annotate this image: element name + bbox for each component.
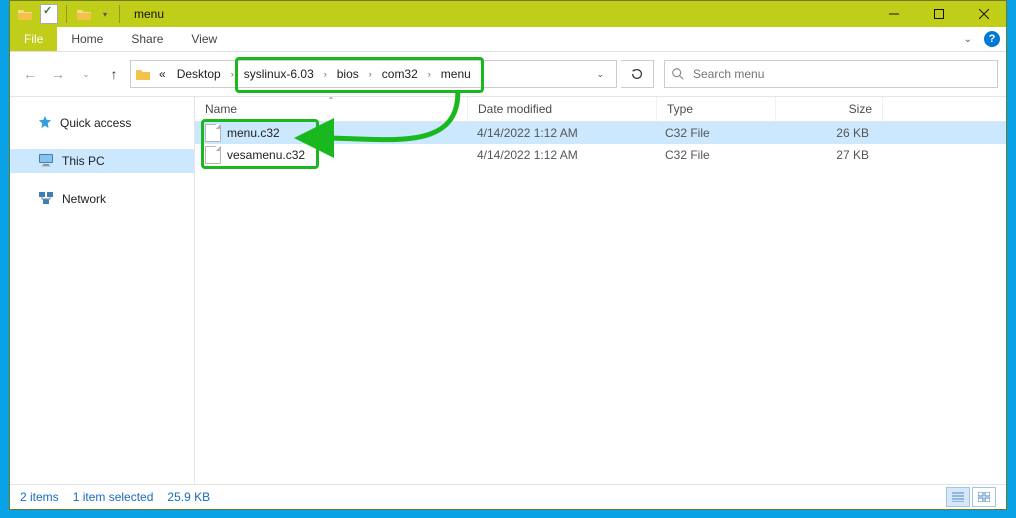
column-headers: ⌃ Name Date modified Type Size [195,97,1006,122]
chevron-right-icon[interactable]: › [227,69,238,79]
file-row[interactable]: vesamenu.c32 4/14/2022 1:12 AMC32 File27 … [195,144,1006,166]
chevron-right-icon[interactable]: › [320,69,331,79]
navigation-bar: ← → ⌄ ↑ « Desktop› syslinux-6.03› bios› … [10,52,1006,97]
sidebar-quick-access[interactable]: Quick access [10,111,194,135]
refresh-button[interactable] [621,60,654,88]
file-icon [205,146,221,164]
window-title: menu [134,7,164,21]
column-header-type[interactable]: Type [657,97,776,121]
forward-button[interactable]: → [46,62,70,86]
qat-properties-icon[interactable] [38,3,60,25]
file-size: 27 KB [773,148,879,162]
qat-customize-dropdown[interactable]: ▾ [97,10,113,19]
search-input[interactable] [691,66,991,82]
breadcrumb-overflow[interactable]: « [153,61,171,87]
file-date: 4/14/2022 1:12 AM [467,148,655,162]
explorer-body: Quick access This PC Network ⌃ [10,97,1006,484]
address-bar-folder-icon [133,67,153,81]
sort-indicator-icon: ⌃ [328,96,335,105]
breadcrumb-menu[interactable]: menu [435,61,477,87]
chevron-right-icon[interactable]: › [424,69,435,79]
status-selection-count: 1 item selected [73,490,154,504]
file-icon [205,124,221,142]
column-header-size[interactable]: Size [776,97,883,121]
view-details-button[interactable] [946,487,970,507]
qat-title-separator [119,5,120,23]
breadcrumb-syslinux[interactable]: syslinux-6.03› [238,61,331,87]
ribbon-expand-button[interactable]: ⌄ [958,32,978,47]
file-name: vesamenu.c32 [227,148,305,162]
search-box[interactable] [664,60,998,88]
close-button[interactable] [961,1,1006,27]
column-header-date[interactable]: Date modified [468,97,657,121]
address-bar[interactable]: « Desktop› syslinux-6.03› bios› com32› m… [130,60,617,88]
sidebar-this-pc[interactable]: This PC [10,149,194,173]
file-row[interactable]: menu.c32 4/14/2022 1:12 AMC32 File26 KB [195,122,1006,144]
status-item-count: 2 items [20,490,59,504]
title-bar: ▾ menu [10,1,1006,27]
qat-folder-icon[interactable] [14,3,36,25]
breadcrumb-desktop[interactable]: Desktop› [171,61,238,87]
file-type: C32 File [655,148,773,162]
file-size: 26 KB [773,126,879,140]
sidebar-item-label: Quick access [60,116,131,130]
maximize-button[interactable] [916,1,961,27]
minimize-button[interactable] [871,1,916,27]
help-icon[interactable]: ? [984,31,1000,47]
tab-share[interactable]: Share [117,27,177,51]
navigation-pane: Quick access This PC Network [10,97,195,484]
sidebar-item-label: Network [62,192,106,206]
explorer-window: ▾ menu File Home Share View ⌄ ? ← → ⌄ ↑ [9,0,1007,510]
breadcrumb-bios[interactable]: bios› [331,61,376,87]
file-name: menu.c32 [227,126,280,140]
column-header-name[interactable]: ⌃ Name [195,97,468,121]
star-icon [38,115,52,132]
chevron-right-icon[interactable]: › [365,69,376,79]
ribbon-tab-strip: File Home Share View ⌄ ? [10,27,1006,52]
file-list-pane: ⌃ Name Date modified Type Size menu.c32 4… [195,97,1006,484]
status-selection-size: 25.9 KB [167,490,210,504]
qat-separator [66,5,67,23]
tab-view[interactable]: View [177,27,231,51]
view-large-icons-button[interactable] [972,487,996,507]
tab-home[interactable]: Home [57,27,117,51]
sidebar-network[interactable]: Network [10,187,194,211]
network-icon [38,191,54,208]
qat-current-folder-icon [73,3,95,25]
window-controls [871,1,1006,27]
breadcrumb-com32[interactable]: com32› [376,61,435,87]
monitor-icon [38,153,54,170]
status-bar: 2 items 1 item selected 25.9 KB [10,484,1006,509]
file-type: C32 File [655,126,773,140]
address-bar-history-dropdown[interactable]: ⌄ [586,69,614,80]
back-button[interactable]: ← [18,62,42,86]
sidebar-item-label: This PC [62,154,105,168]
file-date: 4/14/2022 1:12 AM [467,126,655,140]
file-rows: menu.c32 4/14/2022 1:12 AMC32 File26 KB ve… [195,122,1006,484]
up-button[interactable]: ↑ [102,62,126,86]
tab-file[interactable]: File [10,27,57,51]
quick-access-toolbar: ▾ [10,3,128,25]
recent-locations-dropdown[interactable]: ⌄ [74,62,98,86]
